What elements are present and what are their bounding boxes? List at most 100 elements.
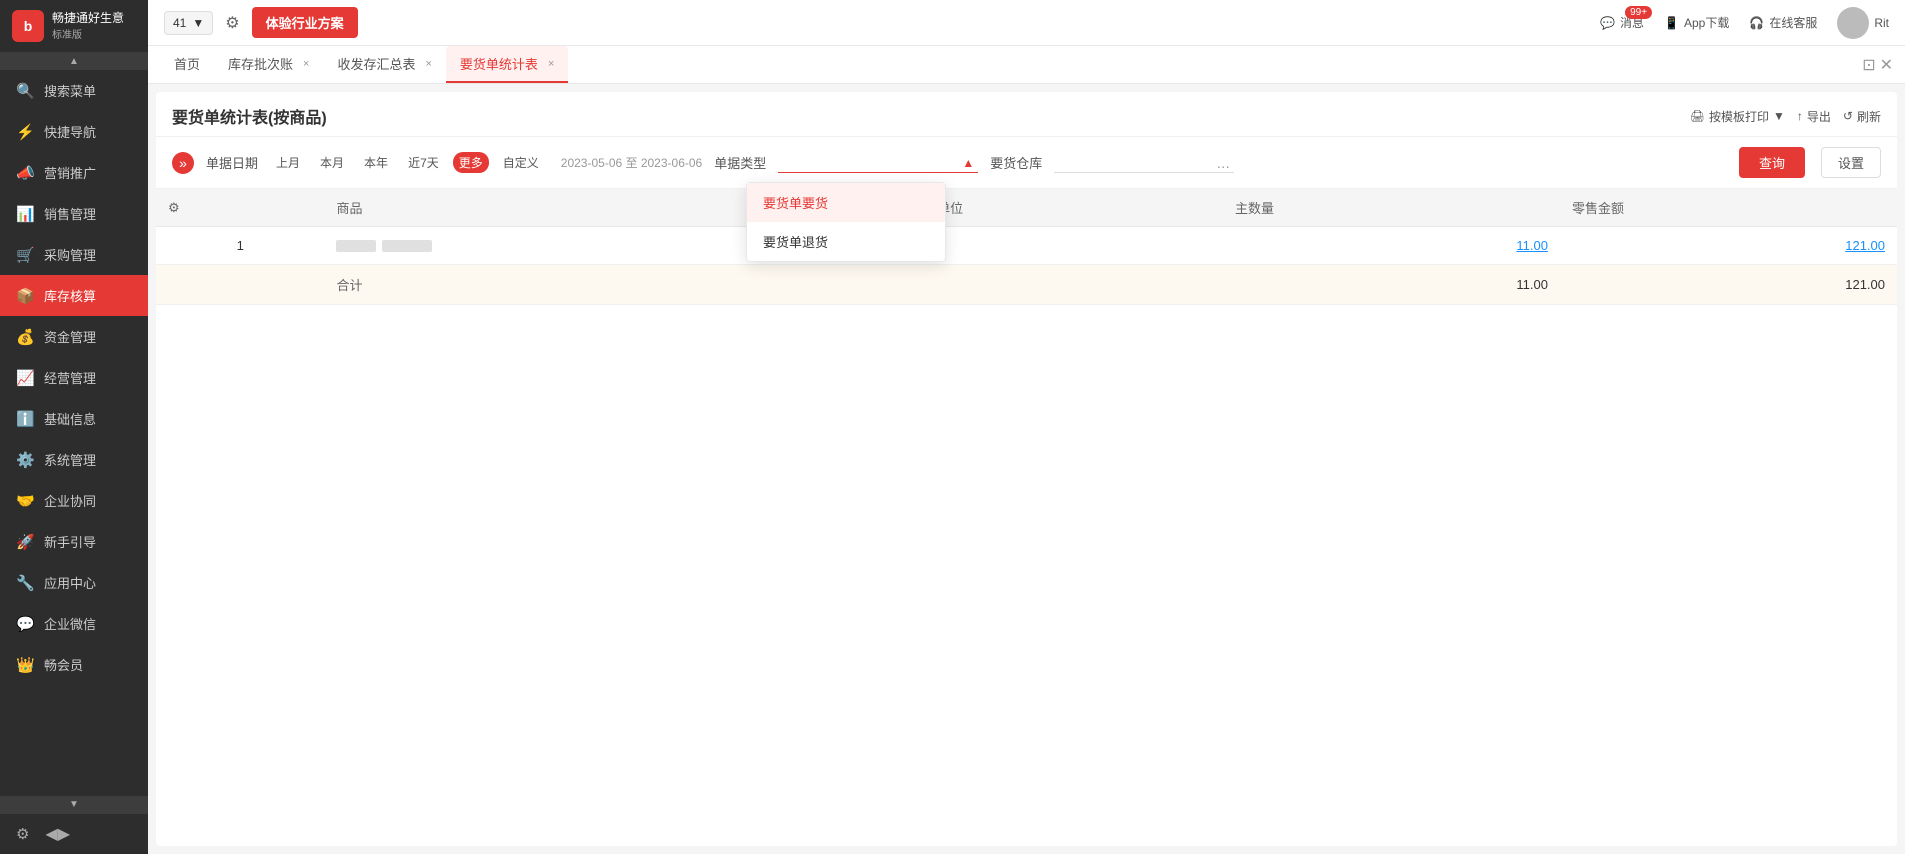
sidebar-item-label: 企业微信 <box>44 614 96 633</box>
logo-icon: b <box>12 10 44 42</box>
phone-icon: 📱 <box>1664 16 1679 30</box>
cart-icon: 🛒 <box>16 246 34 264</box>
sidebar-item-label: 新手引导 <box>44 532 96 551</box>
sidebar-item-search[interactable]: 🔍 搜索菜单 <box>0 70 148 111</box>
qty-link[interactable]: 11.00 <box>1516 238 1548 253</box>
date-7days-btn[interactable]: 近7天 <box>402 152 445 173</box>
tab-order-stats[interactable]: 要货单统计表 × <box>446 46 568 83</box>
tabs-bar: 首页 库存批次账 × 收发存汇总表 × 要货单统计表 × ⊡ ✕ <box>148 46 1905 84</box>
logo-text: 畅捷通好生意 <box>52 11 124 27</box>
total-label: 合计 <box>336 278 362 293</box>
tab-label: 收发存汇总表 <box>337 54 415 73</box>
amount-link[interactable]: 121.00 <box>1845 238 1885 253</box>
store-dropdown-icon: ▼ <box>192 16 204 30</box>
sidebar-item-label: 经营管理 <box>44 368 96 387</box>
product-bar-2 <box>382 240 432 252</box>
sidebar-item-label: 基础信息 <box>44 409 96 428</box>
table-row: 1 块 11.00 121.00 <box>156 227 1897 265</box>
query-button[interactable]: 查询 <box>1739 147 1805 178</box>
sidebar-item-purchase[interactable]: 🛒 采购管理 <box>0 234 148 275</box>
th-settings: ⚙ <box>156 189 324 227</box>
messages-item[interactable]: 💬 消息 99+ <box>1600 14 1644 31</box>
tab-close-icon[interactable]: × <box>303 58 309 70</box>
export-button[interactable]: ↑ 导出 <box>1797 108 1831 125</box>
warehouse-filter-input[interactable] <box>1054 153 1234 173</box>
sidebar-item-system[interactable]: ⚙️ 系统管理 <box>0 439 148 480</box>
date-this-year-btn[interactable]: 本年 <box>358 152 394 173</box>
filter-bar: » 单据日期 上月 本月 本年 近7天 更多 自定义 2023-05-06 至 … <box>156 137 1897 189</box>
sidebar-item-operations[interactable]: 📈 经营管理 <box>0 357 148 398</box>
sidebar-item-label: 采购管理 <box>44 245 96 264</box>
user-item[interactable]: Rit <box>1837 7 1889 39</box>
page-content: 要货单统计表(按商品) 🖨 按模板打印 ▼ ↑ 导出 ↺ 刷新 » <box>156 92 1897 846</box>
crown-icon: 👑 <box>16 656 34 674</box>
sidebar-item-wechat[interactable]: 💬 企业微信 <box>0 603 148 644</box>
footer-total-label: 合计 <box>324 265 886 305</box>
store-selector[interactable]: 41 ▼ <box>164 11 213 35</box>
print-button[interactable]: 🖨 按模板打印 ▼ <box>1690 108 1785 125</box>
date-prev-month-btn[interactable]: 上月 <box>270 152 306 173</box>
warehouse-filter-wrapper: … <box>1054 153 1234 173</box>
date-shortcuts: 上月 本月 本年 近7天 更多 自定义 <box>270 152 545 173</box>
logo-sub: 标准版 <box>52 26 124 41</box>
expand-filter-button[interactable]: » <box>172 152 194 174</box>
product-bar-1 <box>336 240 376 252</box>
sidebar-scroll-up[interactable]: ▲ <box>0 53 148 70</box>
tab-label: 库存批次账 <box>228 54 293 73</box>
refresh-button[interactable]: ↺ 刷新 <box>1843 108 1881 125</box>
dropdown-item-yaohuo-yao[interactable]: 要货单要货 <box>747 183 945 222</box>
sidebar-item-finance[interactable]: 💰 资金管理 <box>0 316 148 357</box>
bell-icon: 💬 <box>1600 16 1615 30</box>
date-custom-btn[interactable]: 自定义 <box>497 152 545 173</box>
sidebar-item-sales[interactable]: 📊 销售管理 <box>0 193 148 234</box>
settings-footer-icon[interactable]: ⚙ <box>16 825 29 843</box>
wechat-icon: 💬 <box>16 615 34 633</box>
avatar <box>1837 7 1869 39</box>
th-qty: 主数量 <box>1223 189 1560 227</box>
sidebar-item-marketing[interactable]: 📣 营销推广 <box>0 152 148 193</box>
date-this-month-btn[interactable]: 本月 <box>314 152 350 173</box>
tab-close-icon[interactable]: × <box>548 58 554 70</box>
warehouse-more-icon[interactable]: … <box>1216 155 1230 171</box>
tab-close-all-icon[interactable]: ✕ <box>1880 55 1893 75</box>
cell-qty: 11.00 <box>1223 227 1560 265</box>
sidebar-item-member[interactable]: 👑 畅会员 <box>0 644 148 685</box>
tab-receive-summary[interactable]: 收发存汇总表 × <box>323 46 445 83</box>
sidebar-item-app-center[interactable]: 🔧 应用中心 <box>0 562 148 603</box>
tab-inventory-ledger[interactable]: 库存批次账 × <box>214 46 323 83</box>
date-more-btn[interactable]: 更多 <box>453 152 489 173</box>
set-button[interactable]: 设置 <box>1821 147 1881 178</box>
cell-num: 1 <box>156 227 324 265</box>
sidebar-item-inventory[interactable]: 📦 库存核算 <box>0 275 148 316</box>
header-settings-icon[interactable]: ⚙ <box>225 13 239 33</box>
sidebar-item-collab[interactable]: 🤝 企业协同 <box>0 480 148 521</box>
sidebar-item-guide[interactable]: 🚀 新手引导 <box>0 521 148 562</box>
type-filter-chevron[interactable]: ▲ <box>962 156 974 170</box>
type-dropdown: 要货单要货 要货单退货 <box>746 182 946 262</box>
export-label: 导出 <box>1807 108 1831 125</box>
column-settings-icon[interactable]: ⚙ <box>168 200 180 215</box>
app-logo: b 畅捷通好生意 标准版 <box>0 0 148 53</box>
sidebar-footer: ⚙ ◀▶ <box>0 813 148 854</box>
megaphone-icon: 📣 <box>16 164 34 182</box>
sidebar-item-quick-nav[interactable]: ⚡ 快捷导航 <box>0 111 148 152</box>
page-header: 要货单统计表(按商品) 🖨 按模板打印 ▼ ↑ 导出 ↺ 刷新 <box>156 92 1897 137</box>
chart-icon: 📊 <box>16 205 34 223</box>
dropdown-item-yaohuo-tui[interactable]: 要货单退货 <box>747 222 945 261</box>
tool-icon: 🔧 <box>16 574 34 592</box>
sidebar-item-label: 销售管理 <box>44 204 96 223</box>
menu-collapse-icon[interactable]: ◀▶ <box>45 824 70 844</box>
header-right: 💬 消息 99+ 📱 App下载 🎧 在线客服 Rit <box>1600 7 1889 39</box>
trial-button[interactable]: 体验行业方案 <box>252 7 358 38</box>
sidebar-scroll-down[interactable]: ▼ <box>0 796 148 813</box>
online-service-item[interactable]: 🎧 在线客服 <box>1749 14 1817 31</box>
type-filter-input[interactable] <box>778 153 978 173</box>
app-download-item[interactable]: 📱 App下载 <box>1664 14 1729 31</box>
date-filter-label: 单据日期 <box>206 153 258 172</box>
username: Rit <box>1874 16 1889 30</box>
tab-close-icon[interactable]: × <box>425 58 431 70</box>
sidebar-item-basic-info[interactable]: ℹ️ 基础信息 <box>0 398 148 439</box>
tab-home[interactable]: 首页 <box>160 46 214 83</box>
tab-maximize-icon[interactable]: ⊡ <box>1862 55 1875 75</box>
footer-qty: 11.00 <box>1223 265 1560 305</box>
